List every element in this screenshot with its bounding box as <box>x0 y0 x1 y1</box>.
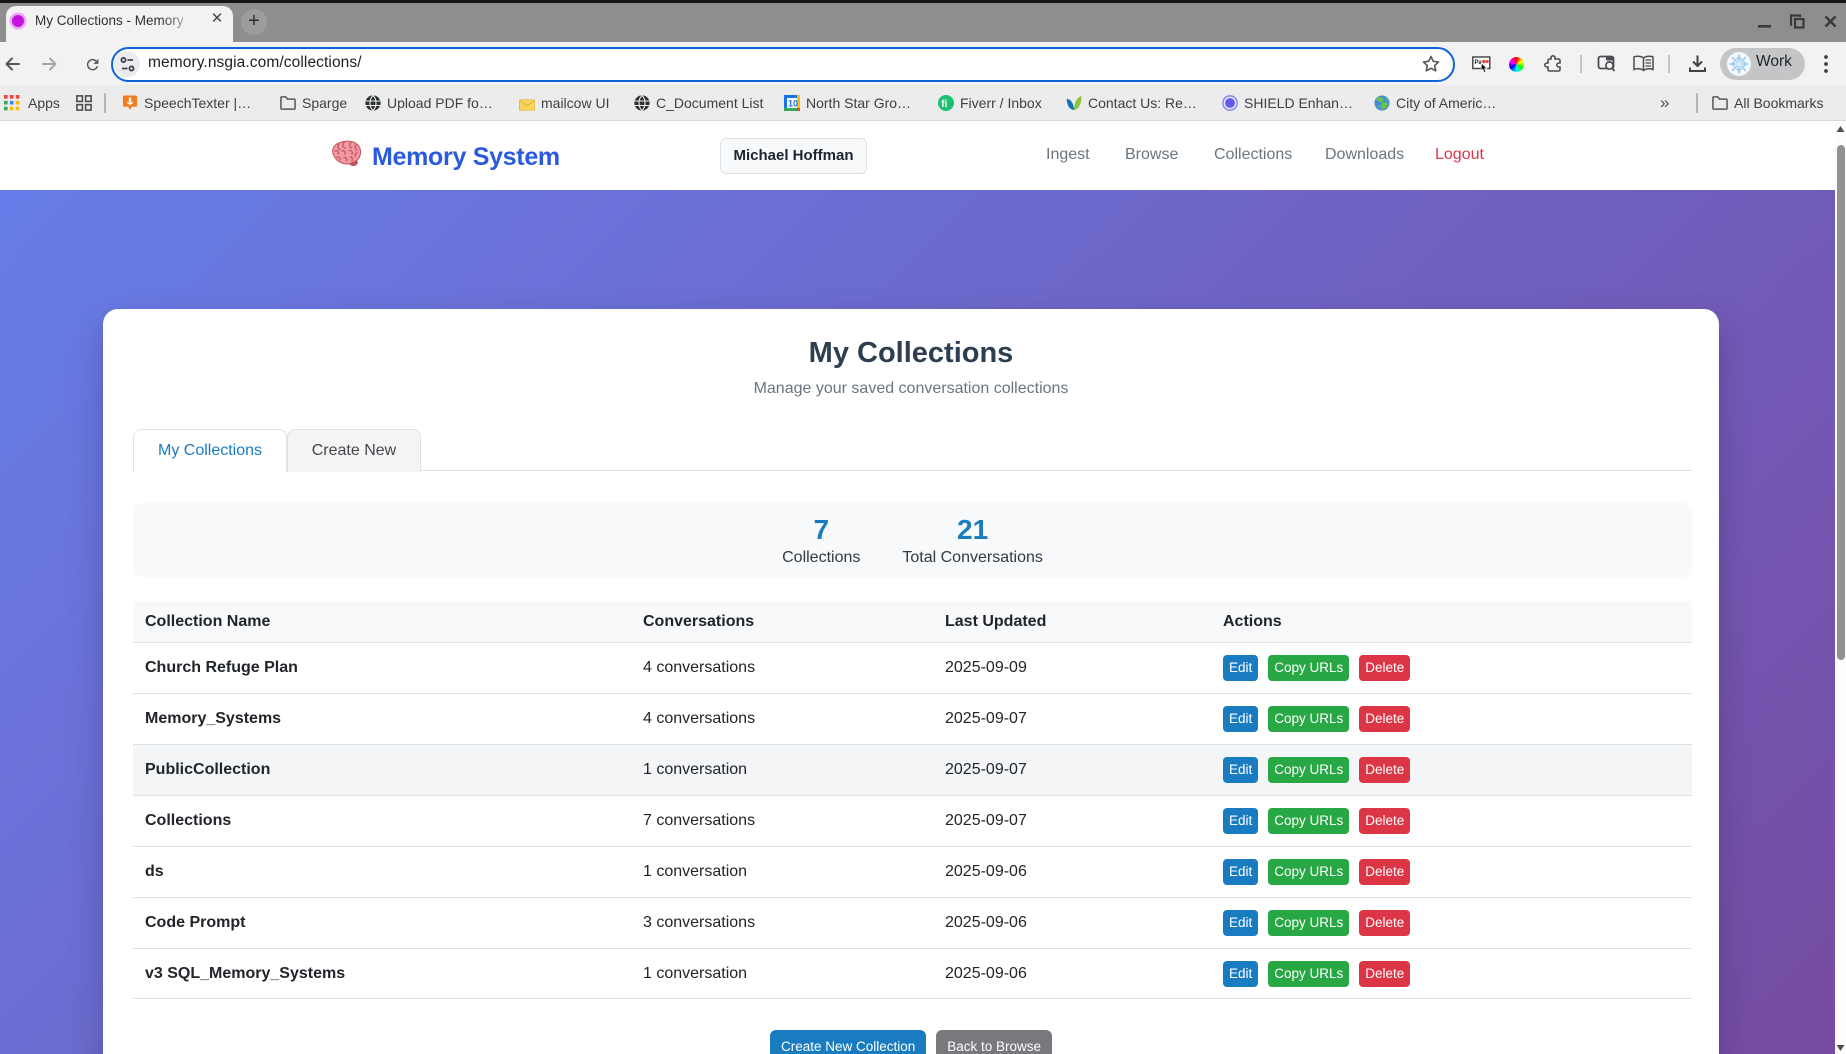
svg-text:fi: fi <box>941 99 947 110</box>
svg-text:10: 10 <box>788 99 798 109</box>
